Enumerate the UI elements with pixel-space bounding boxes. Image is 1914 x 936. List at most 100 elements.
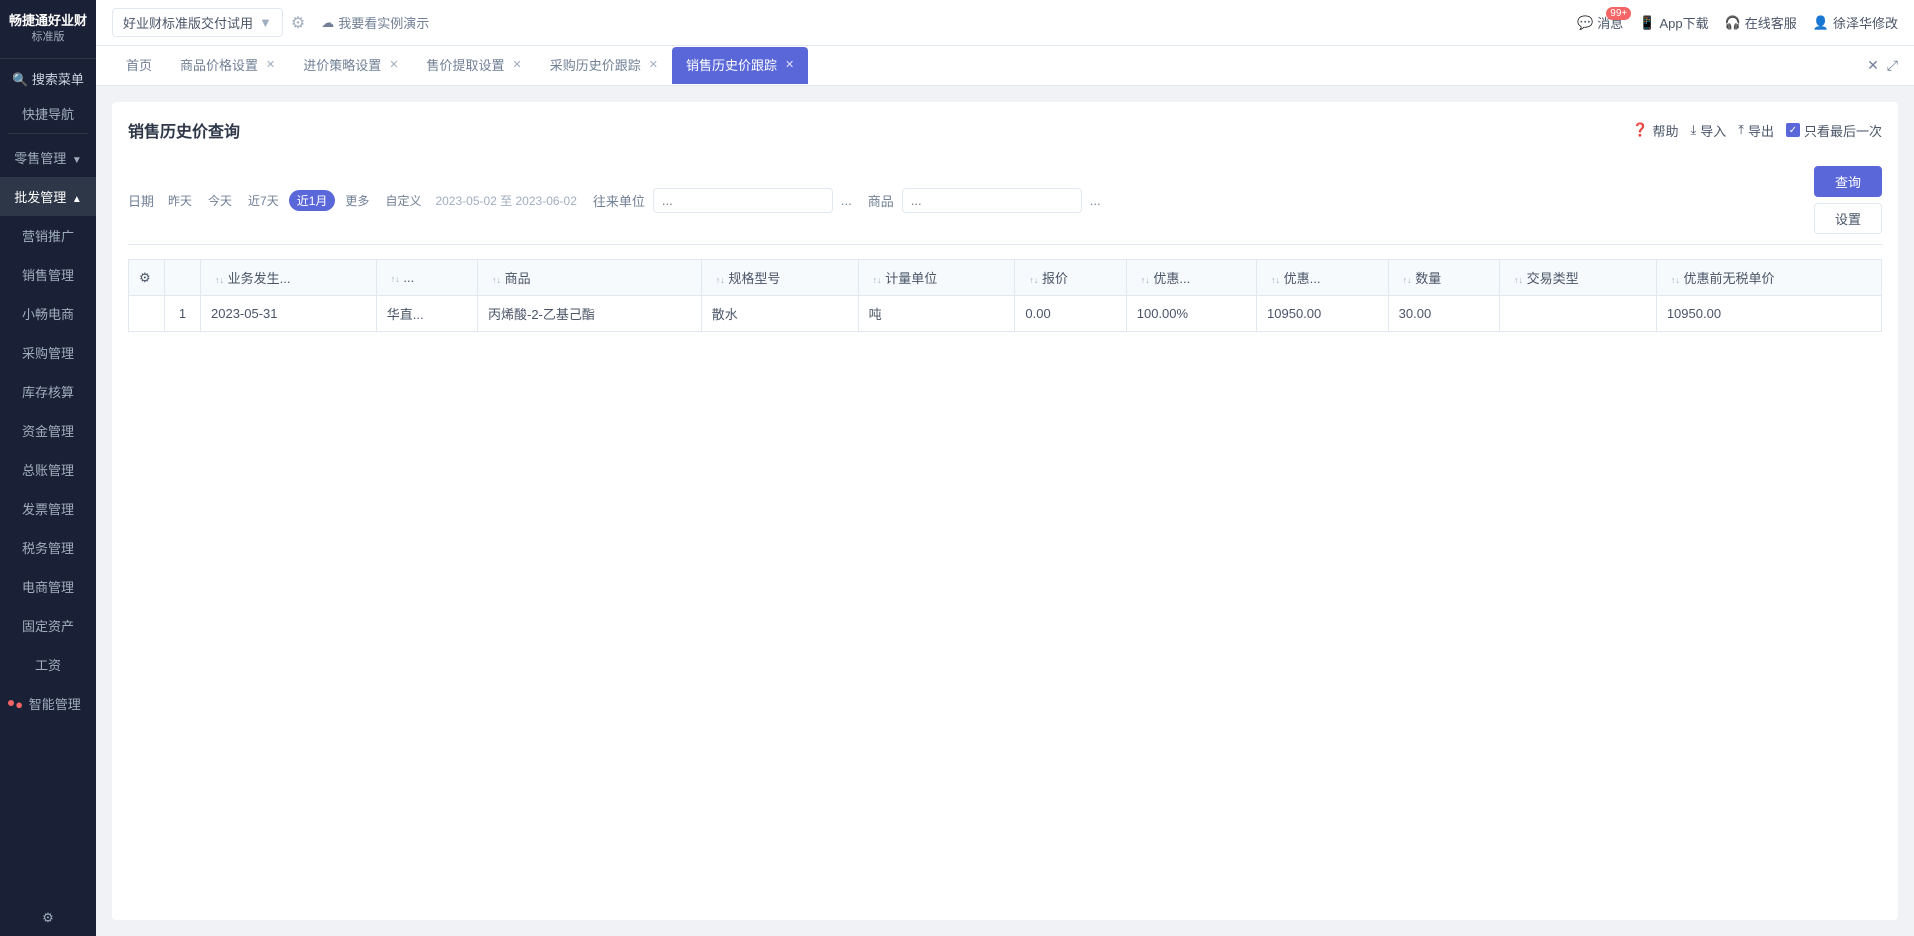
online-service-btn[interactable]: 🎧 在线客服 (1725, 13, 1797, 32)
row-settings (129, 296, 165, 332)
sidebar-item-ledger[interactable]: 总账管理 (0, 450, 96, 489)
module-settings-icon[interactable]: ⚙ (291, 13, 305, 33)
window-close-icon[interactable]: ✕ (1867, 57, 1879, 74)
col-trade-type[interactable]: ↑↓ 交易类型 (1500, 260, 1657, 296)
tab-purchase-strategy[interactable]: 进价策略设置 ✕ (289, 47, 412, 84)
sidebar-item-invoice[interactable]: 发票管理 (0, 489, 96, 528)
tab-purchase-hist-close[interactable]: ✕ (649, 58, 658, 71)
col-discount2[interactable]: ↑↓ 优惠... (1257, 260, 1389, 296)
tab-sale-history[interactable]: 销售历史价跟踪 ✕ (672, 47, 808, 84)
tab-strategy-close[interactable]: ✕ (389, 58, 398, 71)
from-unit-filter-group: 往来单位 ... (593, 188, 852, 213)
date-opt-more[interactable]: 更多 (339, 190, 375, 211)
col-product[interactable]: ↑↓ 商品 (477, 260, 701, 296)
product-input[interactable] (902, 188, 1082, 213)
sort-icon-extra: ↑↓ (391, 275, 400, 284)
sidebar-item-smart-mgmt[interactable]: ● 智能管理 (0, 684, 96, 723)
col-unit[interactable]: ↑↓ 计量单位 (858, 260, 1015, 296)
sidebar-item-tax[interactable]: 税务管理 (0, 528, 96, 567)
sidebar-item-sales-mgmt[interactable]: 销售管理 (0, 255, 96, 294)
query-btn[interactable]: 查询 (1814, 166, 1882, 197)
sidebar-item-inventory[interactable]: 库存核算 (0, 372, 96, 411)
checkbox-checked-icon: ✓ (1786, 123, 1800, 137)
col-settings: ⚙ (129, 260, 165, 296)
sidebar-item-ecommerce-small[interactable]: 小畅电商 (0, 294, 96, 333)
settings-btn[interactable]: 设置 (1814, 203, 1882, 234)
col-extra-label: ... (403, 270, 414, 285)
table-settings-icon[interactable]: ⚙ (139, 270, 151, 285)
filter-bar: 日期 昨天 今天 近7天 近1月 更多 自定义 2023-05-02 至 202… (128, 156, 1882, 245)
app-name: 畅捷通好业财 (8, 12, 88, 30)
from-unit-label: 往来单位 (593, 191, 645, 210)
only-last-checkbox[interactable]: ✓ 只看最后一次 (1786, 121, 1882, 140)
sidebar-item-retail[interactable]: 零售管理 ▼ (0, 138, 96, 177)
page-area: 销售历史价查询 ❓ 帮助 ⤓ 导入 ⤒ 导出 ✓ (96, 86, 1914, 936)
col-discount1[interactable]: ↑↓ 优惠... (1126, 260, 1256, 296)
dot-icon: ● (15, 697, 23, 712)
page-header: 销售历史价查询 ❓ 帮助 ⤓ 导入 ⤒ 导出 ✓ (128, 118, 1882, 142)
demo-button[interactable]: ☁ 我要看实例演示 (313, 9, 437, 36)
sidebar-item-marketing[interactable]: 营销推广 (0, 216, 96, 255)
col-pretax-price[interactable]: ↑↓ 优惠前无税单价 (1656, 260, 1881, 296)
avatar-icon: 👤 (1813, 15, 1829, 31)
export-btn[interactable]: ⤒ 导出 (1738, 121, 1774, 140)
date-opt-today[interactable]: 今天 (202, 190, 238, 211)
filter-actions: 查询 设置 (1814, 166, 1882, 234)
col-quantity[interactable]: ↑↓ 数量 (1388, 260, 1499, 296)
module-selector[interactable]: 好业财标准版交付试用 ▼ (112, 8, 283, 37)
user-profile-btn[interactable]: 👤 徐泽华修改 (1813, 13, 1898, 32)
product-filter-label: 商品 (868, 191, 894, 210)
product-more-btn[interactable]: ... (1090, 193, 1101, 208)
sidebar-item-finance[interactable]: 资金管理 (0, 411, 96, 450)
tabbar: 首页 商品价格设置 ✕ 进价策略设置 ✕ 售价提取设置 ✕ 采购历史价跟踪 ✕ … (96, 46, 1914, 86)
tab-sale-hist-close[interactable]: ✕ (785, 58, 794, 71)
tab-purchase-history[interactable]: 采购历史价跟踪 ✕ (536, 47, 672, 84)
tab-home[interactable]: 首页 (112, 47, 166, 84)
sidebar-invoice-label: 发票管理 (22, 502, 74, 517)
tab-sale-extract[interactable]: 售价提取设置 ✕ (412, 47, 535, 84)
col-biz-date[interactable]: ↑↓ 业务发生... (201, 260, 377, 296)
col-price[interactable]: ↑↓ 报价 (1015, 260, 1126, 296)
window-maximize-icon[interactable]: ⤢ (1887, 57, 1898, 74)
help-btn[interactable]: ❓ 帮助 (1632, 121, 1678, 140)
sidebar-marketing-label: 营销推广 (22, 229, 74, 244)
row-num: 1 (165, 296, 201, 332)
sidebar-item-fixed-asset[interactable]: 固定资产 (0, 606, 96, 645)
tab-price-setting[interactable]: 商品价格设置 ✕ (166, 47, 289, 84)
col-extra[interactable]: ↑↓ ... (376, 260, 477, 296)
question-icon: ❓ (1632, 122, 1648, 138)
sidebar-item-payroll[interactable]: 工资 (0, 645, 96, 684)
date-opt-custom[interactable]: 自定义 (379, 190, 427, 211)
notifications-btn[interactable]: 💬 消息 99+ (1577, 13, 1623, 32)
sidebar-item-wholesale[interactable]: 批发管理 ▲ (0, 177, 96, 216)
date-opt-1month[interactable]: 近1月 (289, 190, 336, 211)
sidebar-payroll-label: 工资 (35, 658, 61, 673)
sidebar-item-purchase[interactable]: 采购管理 (0, 333, 96, 372)
tab-extract-label: 售价提取设置 (426, 55, 504, 74)
cloud-icon: ☁ (321, 15, 334, 31)
col-spec[interactable]: ↑↓ 规格型号 (701, 260, 858, 296)
sidebar-settings-btn[interactable]: ⚙ (0, 900, 96, 936)
app-download-btn[interactable]: 📱 App下载 (1639, 13, 1708, 32)
notifications-badge: 99+ (1606, 7, 1631, 20)
topbar: 好业财标准版交付试用 ▼ ⚙ ☁ 我要看实例演示 💬 消息 99+ 📱 App下… (96, 0, 1914, 46)
tab-price-close[interactable]: ✕ (266, 58, 275, 71)
table-row[interactable]: 1 2023-05-31 华直... 丙烯酸-2-乙基己酯 散水 吨 0.00 … (129, 296, 1882, 332)
sidebar-ecommerce-label: 电商管理 (22, 580, 74, 595)
date-range-display: 2023-05-02 至 2023-06-02 (435, 192, 576, 209)
tab-purchase-hist-label: 采购历史价跟踪 (550, 55, 641, 74)
chevron-up-icon: ▲ (72, 194, 82, 205)
tab-extract-close[interactable]: ✕ (513, 58, 522, 71)
sidebar-item-ecommerce[interactable]: 电商管理 (0, 567, 96, 606)
date-opt-yesterday[interactable]: 昨天 (162, 190, 198, 211)
sidebar-inventory-label: 库存核算 (22, 385, 74, 400)
from-unit-input[interactable] (653, 188, 833, 213)
sidebar-item-quicknav[interactable]: 快捷导航 (0, 98, 96, 129)
sort-icon-price: ↑↓ (1029, 276, 1038, 285)
sidebar: 畅捷通好业财 标准版 🔍 搜索菜单 快捷导航 零售管理 ▼ 批发管理 ▲ 营销推… (0, 0, 96, 936)
sidebar-item-search[interactable]: 🔍 搜索菜单 (0, 59, 96, 98)
col-num (165, 260, 201, 296)
date-opt-7days[interactable]: 近7天 (242, 190, 285, 211)
import-btn[interactable]: ⤓ 导入 (1690, 121, 1726, 140)
from-unit-more-btn[interactable]: ... (841, 193, 852, 208)
